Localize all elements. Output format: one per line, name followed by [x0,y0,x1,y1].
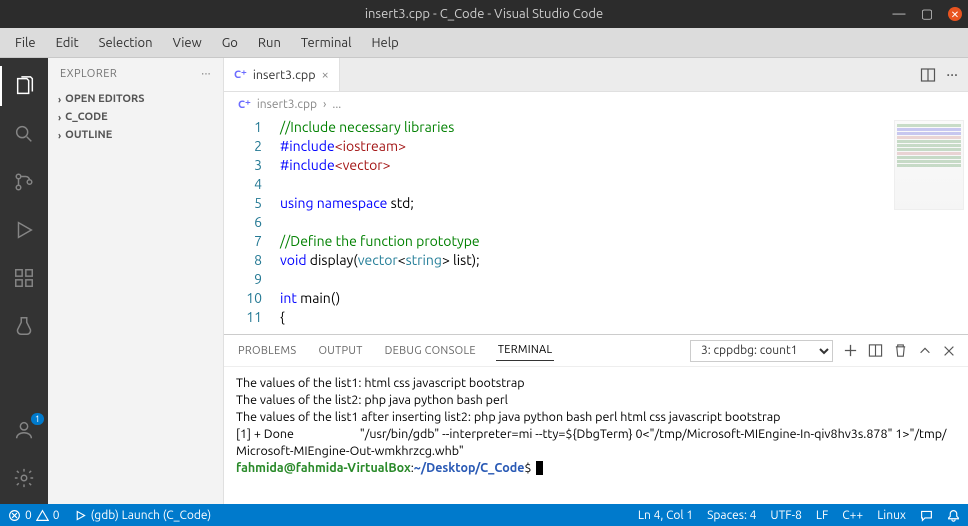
menu-help[interactable]: Help [364,33,405,53]
editor-tabs: C⁺ insert3.cpp × ··· [224,58,968,92]
activity-bar: 1 [0,58,48,504]
terminal-output[interactable]: The values of the list1: html css javasc… [224,367,968,504]
code-editor[interactable]: 1234567891011 //Include necessary librar… [224,116,968,334]
window-title: insert3.cpp - C_Code - Visual Studio Cod… [365,7,603,21]
status-bar: 0 0 (gdb) Launch (C_Code) Ln 4, Col 1 Sp… [0,504,968,526]
minimap[interactable] [894,120,964,210]
panel-tab-output[interactable]: OUTPUT [316,341,364,361]
breadcrumb-tail: ... [332,98,341,111]
cpp-file-icon: C⁺ [238,98,251,111]
breadcrumb-file: insert3.cpp [257,98,317,111]
sidebar-title: EXPLORER [60,68,117,80]
split-editor-icon[interactable] [920,67,936,83]
panel-tab-terminal[interactable]: TERMINAL [496,340,555,361]
status-spaces[interactable]: Spaces: 4 [707,509,756,522]
menu-run[interactable]: Run [251,33,288,53]
tab-close-icon[interactable]: × [322,68,329,82]
status-feedback-icon[interactable] [920,509,933,522]
window-controls: — ▢ ✕ [892,7,962,21]
split-terminal-icon[interactable] [868,343,883,358]
minimize-icon[interactable]: — [892,7,906,21]
editor-group: C⁺ insert3.cpp × ··· C⁺ insert3.cpp › ..… [224,58,968,504]
panel-tab-problems[interactable]: PROBLEMS [236,341,298,361]
status-lncol[interactable]: Ln 4, Col 1 [638,509,693,522]
panel-actions: 3: cppdbg: count1 [690,340,956,362]
menu-bar: File Edit Selection View Go Run TerminalHelp [0,28,968,58]
sidebar-header: EXPLORER ··· [48,58,223,90]
window-titlebar: insert3.cpp - C_Code - Visual Studio Cod… [0,0,968,28]
chevron-right-icon: › [58,112,61,123]
editor-more-icon[interactable]: ··· [946,66,958,84]
cpp-file-icon: C⁺ [234,68,247,81]
terminal-selector[interactable]: 3: cppdbg: count1 [690,340,833,362]
panel-tabs: PROBLEMS OUTPUT DEBUG CONSOLE TERMINAL 3: c… [224,335,968,367]
close-panel-icon[interactable] [942,344,956,358]
chevron-right-icon: › [323,98,326,111]
chevron-right-icon: › [58,94,61,105]
extensions-icon[interactable] [0,258,48,298]
settings-gear-icon[interactable] [0,458,48,498]
tab-label: insert3.cpp [253,68,316,82]
kill-terminal-icon[interactable] [893,343,908,358]
maximize-panel-icon[interactable] [918,344,932,358]
menu-go[interactable]: Go [215,33,245,53]
source-control-icon[interactable] [0,162,48,202]
maximize-icon[interactable]: ▢ [920,7,934,21]
status-lang[interactable]: C++ [842,509,863,522]
new-terminal-icon[interactable] [843,343,858,358]
menu-terminal[interactable]: Terminal [294,33,359,53]
panel-tab-debug-console[interactable]: DEBUG CONSOLE [383,341,478,361]
explorer-sidebar: EXPLORER ··· › OPEN EDITORS› C_CODE› OUT… [48,58,224,504]
sidebar-section-c_code[interactable]: › C_CODE [48,108,223,126]
status-encoding[interactable]: UTF-8 [770,509,801,522]
menu-edit[interactable]: Edit [49,33,86,53]
line-gutter: 1234567891011 [224,116,274,334]
accounts-badge: 1 [31,413,44,425]
tab-insert3[interactable]: C⁺ insert3.cpp × [224,58,340,91]
status-bell-icon[interactable] [947,509,960,522]
main-area: 1 EXPLORER ··· › OPEN EDITORS› C_CODE› O… [0,58,968,504]
status-problems[interactable]: 0 0 [8,509,60,522]
close-icon[interactable]: ✕ [948,7,962,21]
status-eol[interactable]: LF [816,509,828,522]
sidebar-section-outline[interactable]: › OUTLINE [48,126,223,144]
status-launch[interactable]: (gdb) Launch (C_Code) [74,509,212,522]
run-debug-icon[interactable] [0,210,48,250]
menu-file[interactable]: File [8,33,43,53]
menu-view[interactable]: View [166,33,209,53]
menu-selection[interactable]: Selection [92,33,160,53]
status-os[interactable]: Linux [877,509,906,522]
testing-icon[interactable] [0,306,48,346]
bottom-panel: PROBLEMS OUTPUT DEBUG CONSOLE TERMINAL 3: c… [224,334,968,504]
sidebar-more-icon[interactable]: ··· [201,68,211,80]
accounts-icon[interactable]: 1 [0,410,48,450]
explorer-icon[interactable] [0,66,48,106]
chevron-right-icon: › [58,130,61,141]
editor-actions: ··· [920,58,968,91]
sidebar-section-open-editors[interactable]: › OPEN EDITORS [48,90,223,108]
code-content[interactable]: //Include necessary libraries#include<io… [274,116,968,334]
search-icon[interactable] [0,114,48,154]
breadcrumb[interactable]: C⁺ insert3.cpp › ... [224,92,968,116]
